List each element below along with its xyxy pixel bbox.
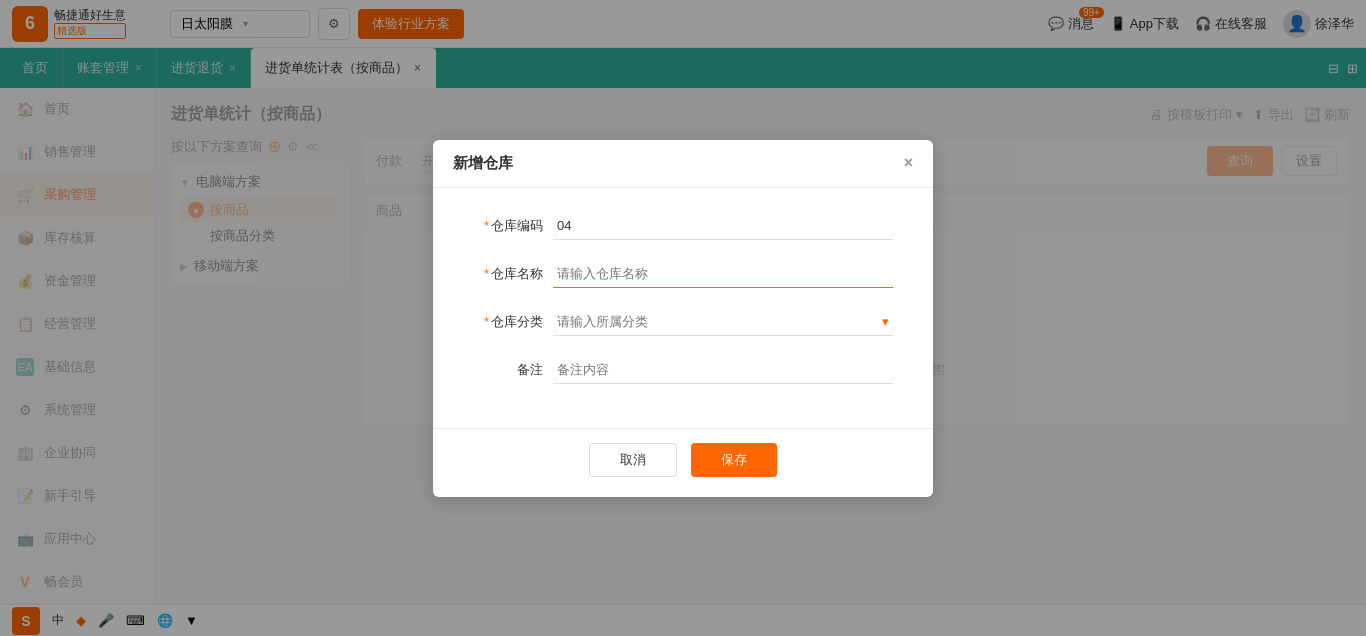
dialog-close-button[interactable]: × xyxy=(904,154,913,172)
dialog-title: 新增仓库 xyxy=(453,154,513,173)
remark-label: 备注 xyxy=(473,361,543,379)
dialog-body: 仓库编码 仓库名称 仓库分类 ▾ 备注 xyxy=(433,188,933,428)
form-row-name: 仓库名称 xyxy=(473,260,893,288)
name-label: 仓库名称 xyxy=(473,265,543,283)
code-input[interactable] xyxy=(553,212,893,240)
dropdown-icon: ▾ xyxy=(882,314,889,329)
add-warehouse-dialog: 新增仓库 × 仓库编码 仓库名称 仓库分类 ▾ xyxy=(433,140,933,497)
cancel-button[interactable]: 取消 xyxy=(589,443,677,477)
category-select-wrapper: ▾ xyxy=(553,308,893,336)
remark-input[interactable] xyxy=(553,356,893,384)
save-button[interactable]: 保存 xyxy=(691,443,777,477)
category-input[interactable] xyxy=(557,314,882,329)
category-label: 仓库分类 xyxy=(473,313,543,331)
form-row-remark: 备注 xyxy=(473,356,893,384)
modal-overlay: 新增仓库 × 仓库编码 仓库名称 仓库分类 ▾ xyxy=(0,0,1366,636)
form-row-code: 仓库编码 xyxy=(473,212,893,240)
dialog-header: 新增仓库 × xyxy=(433,140,933,188)
code-label: 仓库编码 xyxy=(473,217,543,235)
dialog-footer: 取消 保存 xyxy=(433,428,933,497)
form-row-category: 仓库分类 ▾ xyxy=(473,308,893,336)
name-input[interactable] xyxy=(553,260,893,288)
